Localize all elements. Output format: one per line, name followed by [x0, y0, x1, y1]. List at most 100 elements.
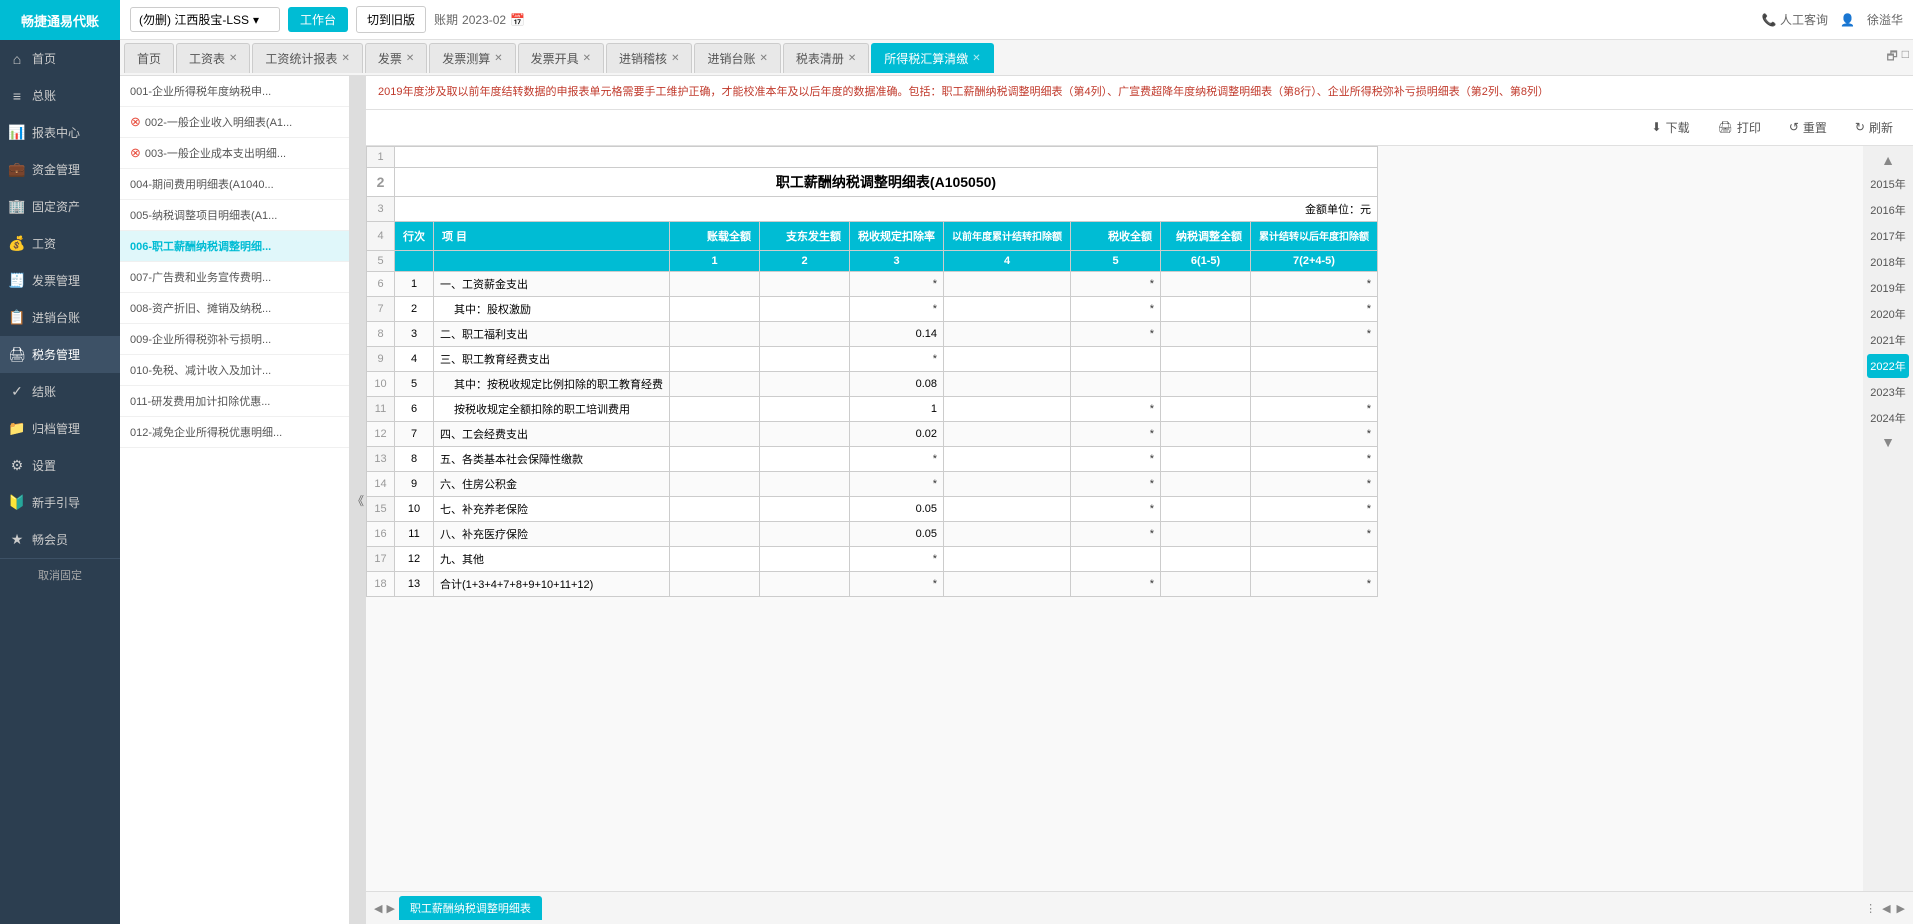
close-icon[interactable]: ✕ — [406, 53, 414, 64]
sidebar-item-member[interactable]: ★ 畅会员 — [0, 521, 120, 558]
left-item-006[interactable]: 006-职工薪酬纳税调整明细... — [120, 231, 349, 262]
year-2023[interactable]: 2023年 — [1867, 380, 1909, 404]
home-icon: ⌂ — [8, 51, 26, 67]
left-item-011[interactable]: 011-研发费用加计扣除优惠... — [120, 386, 349, 417]
close-icon[interactable]: ✕ — [494, 53, 502, 64]
year-2019[interactable]: 2019年 — [1867, 276, 1909, 300]
close-icon[interactable]: ✕ — [583, 53, 591, 64]
sidebar-item-report[interactable]: 📊 报表中心 — [0, 114, 120, 151]
company-selector[interactable]: (勿删) 江西股宝-LSS ▾ — [130, 7, 280, 32]
tab-income-tax[interactable]: 所得税汇算清缴 ✕ — [871, 43, 993, 73]
close-icon[interactable]: ✕ — [848, 53, 856, 64]
sheet-tab-bar: ◀ ▶ 职工薪酬纳税调整明细表 ⋮ ◀ ▶ — [366, 891, 1913, 924]
left-item-003[interactable]: ⊗ 003-一般企业成本支出明细... — [120, 138, 349, 169]
sidebar-item-tax-label: 税务管理 — [32, 346, 80, 363]
sidebar-item-settings-label: 设置 — [32, 457, 56, 474]
topbar: (勿删) 江西股宝-LSS ▾ 工作台 切到旧版 账期 2023-02 📅 📞 … — [120, 0, 1913, 40]
close-icon[interactable]: ✕ — [671, 53, 679, 64]
download-button[interactable]: ⬇ 下载 — [1644, 116, 1698, 139]
refresh-button[interactable]: ↻ 刷新 — [1847, 116, 1901, 139]
left-item-012[interactable]: 012-减免企业所得税优惠明细... — [120, 417, 349, 448]
sidebar-item-salary-label: 工资 — [32, 235, 56, 252]
close-icon[interactable]: ✕ — [229, 53, 237, 64]
download-icon: ⬇ — [1652, 120, 1662, 134]
left-item-010[interactable]: 010-免税、减计收入及加计... — [120, 355, 349, 386]
left-item-008[interactable]: 008-资产折旧、摊销及纳税... — [120, 293, 349, 324]
left-item-009[interactable]: 009-企业所得税弥补亏损明... — [120, 324, 349, 355]
workbench-button[interactable]: 工作台 — [288, 7, 348, 32]
tax-icon: 🖨 — [8, 346, 26, 363]
left-item-007[interactable]: 007-广告费和业务宣传费明... — [120, 262, 349, 293]
tab-home[interactable]: 首页 — [124, 43, 174, 73]
sidebar-item-tax[interactable]: 🖨 税务管理 — [0, 336, 120, 373]
left-item-002[interactable]: ⊗ 002-一般企业收入明细表(A1... — [120, 107, 349, 138]
left-item-005[interactable]: 005-纳税调整项目明细表(A1... — [120, 200, 349, 231]
more-options-icon[interactable]: ⋮ — [1865, 902, 1876, 915]
year-2020[interactable]: 2020年 — [1867, 302, 1909, 326]
tab-invoice[interactable]: 发票 ✕ — [365, 43, 427, 73]
left-item-004[interactable]: 004-期间费用明细表(A1040... — [120, 169, 349, 200]
sidebar-item-home[interactable]: ⌂ 首页 — [0, 40, 120, 77]
sheet-tab-main[interactable]: 职工薪酬纳税调整明细表 — [399, 896, 542, 920]
scroll-up-arrow[interactable]: ▲ — [1879, 150, 1897, 170]
period-value[interactable]: 2023-02 — [462, 13, 506, 27]
col-header-seq: 行次 — [395, 221, 434, 250]
row-num-2: 2 — [367, 167, 395, 196]
close-icon[interactable]: ✕ — [972, 53, 980, 64]
collapse-button[interactable]: 《 — [350, 76, 366, 924]
sidebar-item-fixed-asset[interactable]: 🏢 固定资产 — [0, 188, 120, 225]
table-row: 15 10 七、补充养老保险 0.05 * * — [367, 496, 1378, 521]
close-icon[interactable]: ✕ — [759, 53, 767, 64]
table-row: 16 11 八、补充医疗保险 0.05 * * — [367, 521, 1378, 546]
subheader-c1: 1 — [670, 250, 760, 271]
service-btn[interactable]: 📞 人工客询 — [1762, 11, 1828, 28]
year-2018[interactable]: 2018年 — [1867, 250, 1909, 274]
year-2017[interactable]: 2017年 — [1867, 224, 1909, 248]
reset-button[interactable]: ↺ 重置 — [1781, 116, 1835, 139]
table-wrapper[interactable]: 1 2 职工薪酬纳税调整明细表(A105050) 3 — [366, 146, 1863, 892]
sidebar-item-invoice-label: 发票管理 — [32, 272, 80, 289]
sidebar-item-settings[interactable]: ⚙ 设置 — [0, 447, 120, 484]
row-num-5: 5 — [367, 250, 395, 271]
tab-sales-check[interactable]: 进销稽核 ✕ — [606, 43, 692, 73]
archive-icon: 📁 — [8, 420, 26, 437]
tab-sales-ledger[interactable]: 进销台账 ✕ — [694, 43, 780, 73]
subheader-c2: 2 — [760, 250, 850, 271]
subheader-c4: 4 — [944, 250, 1071, 271]
tab-invoice-calc[interactable]: 发票测算 ✕ — [429, 43, 515, 73]
scroll-right-icon[interactable]: ▶ — [1897, 902, 1905, 915]
print-button[interactable]: 🖨 打印 — [1710, 116, 1769, 139]
scroll-down-arrow[interactable]: ▼ — [1879, 432, 1897, 452]
sidebar-item-guide[interactable]: 🔰 新手引导 — [0, 484, 120, 521]
maximize-icon[interactable]: □ — [1902, 47, 1909, 68]
minimize-icon[interactable]: 🗗 — [1886, 47, 1897, 68]
error-icon: ⊗ — [130, 145, 141, 161]
sidebar-item-invoice[interactable]: 🧾 发票管理 — [0, 262, 120, 299]
year-2022[interactable]: 2022年 — [1867, 354, 1909, 378]
tab-invoice-open[interactable]: 发票开具 ✕ — [518, 43, 604, 73]
table-row: 14 9 六、住房公积金 * * * — [367, 471, 1378, 496]
nav-left-icon[interactable]: ◀ — [374, 902, 382, 915]
switch-button[interactable]: 切到旧版 — [356, 6, 426, 33]
cancel-fixed-btn[interactable]: 取消固定 — [0, 558, 120, 591]
item-008-label: 008-资产折旧、摊销及纳税... — [130, 300, 271, 316]
sidebar-item-asset-mgmt[interactable]: 💼 资金管理 — [0, 151, 120, 188]
sidebar-item-archive[interactable]: 📁 归档管理 — [0, 410, 120, 447]
year-2021[interactable]: 2021年 — [1867, 328, 1909, 352]
refresh-icon: ↻ — [1855, 120, 1865, 134]
sidebar-item-ledger[interactable]: ≡ 总账 — [0, 77, 120, 114]
tab-salary-report[interactable]: 工资统计报表 ✕ — [252, 43, 362, 73]
year-2016[interactable]: 2016年 — [1867, 198, 1909, 222]
year-2015[interactable]: 2015年 — [1867, 172, 1909, 196]
tab-salary[interactable]: 工资表 ✕ — [176, 43, 250, 73]
close-icon[interactable]: ✕ — [341, 53, 349, 64]
unit-label: 金额单位：元 — [1305, 204, 1371, 216]
scroll-left-icon[interactable]: ◀ — [1882, 902, 1890, 915]
year-2024[interactable]: 2024年 — [1867, 406, 1909, 430]
left-item-001[interactable]: 001-企业所得税年度纳税申... — [120, 76, 349, 107]
nav-right-icon[interactable]: ▶ — [386, 902, 394, 915]
sidebar-item-sales-ledger[interactable]: 📋 进销台账 — [0, 299, 120, 336]
sidebar-item-salary[interactable]: 💰 工资 — [0, 225, 120, 262]
sidebar-item-settle[interactable]: ✓ 结账 — [0, 373, 120, 410]
tab-tax-table[interactable]: 税表清册 ✕ — [783, 43, 869, 73]
